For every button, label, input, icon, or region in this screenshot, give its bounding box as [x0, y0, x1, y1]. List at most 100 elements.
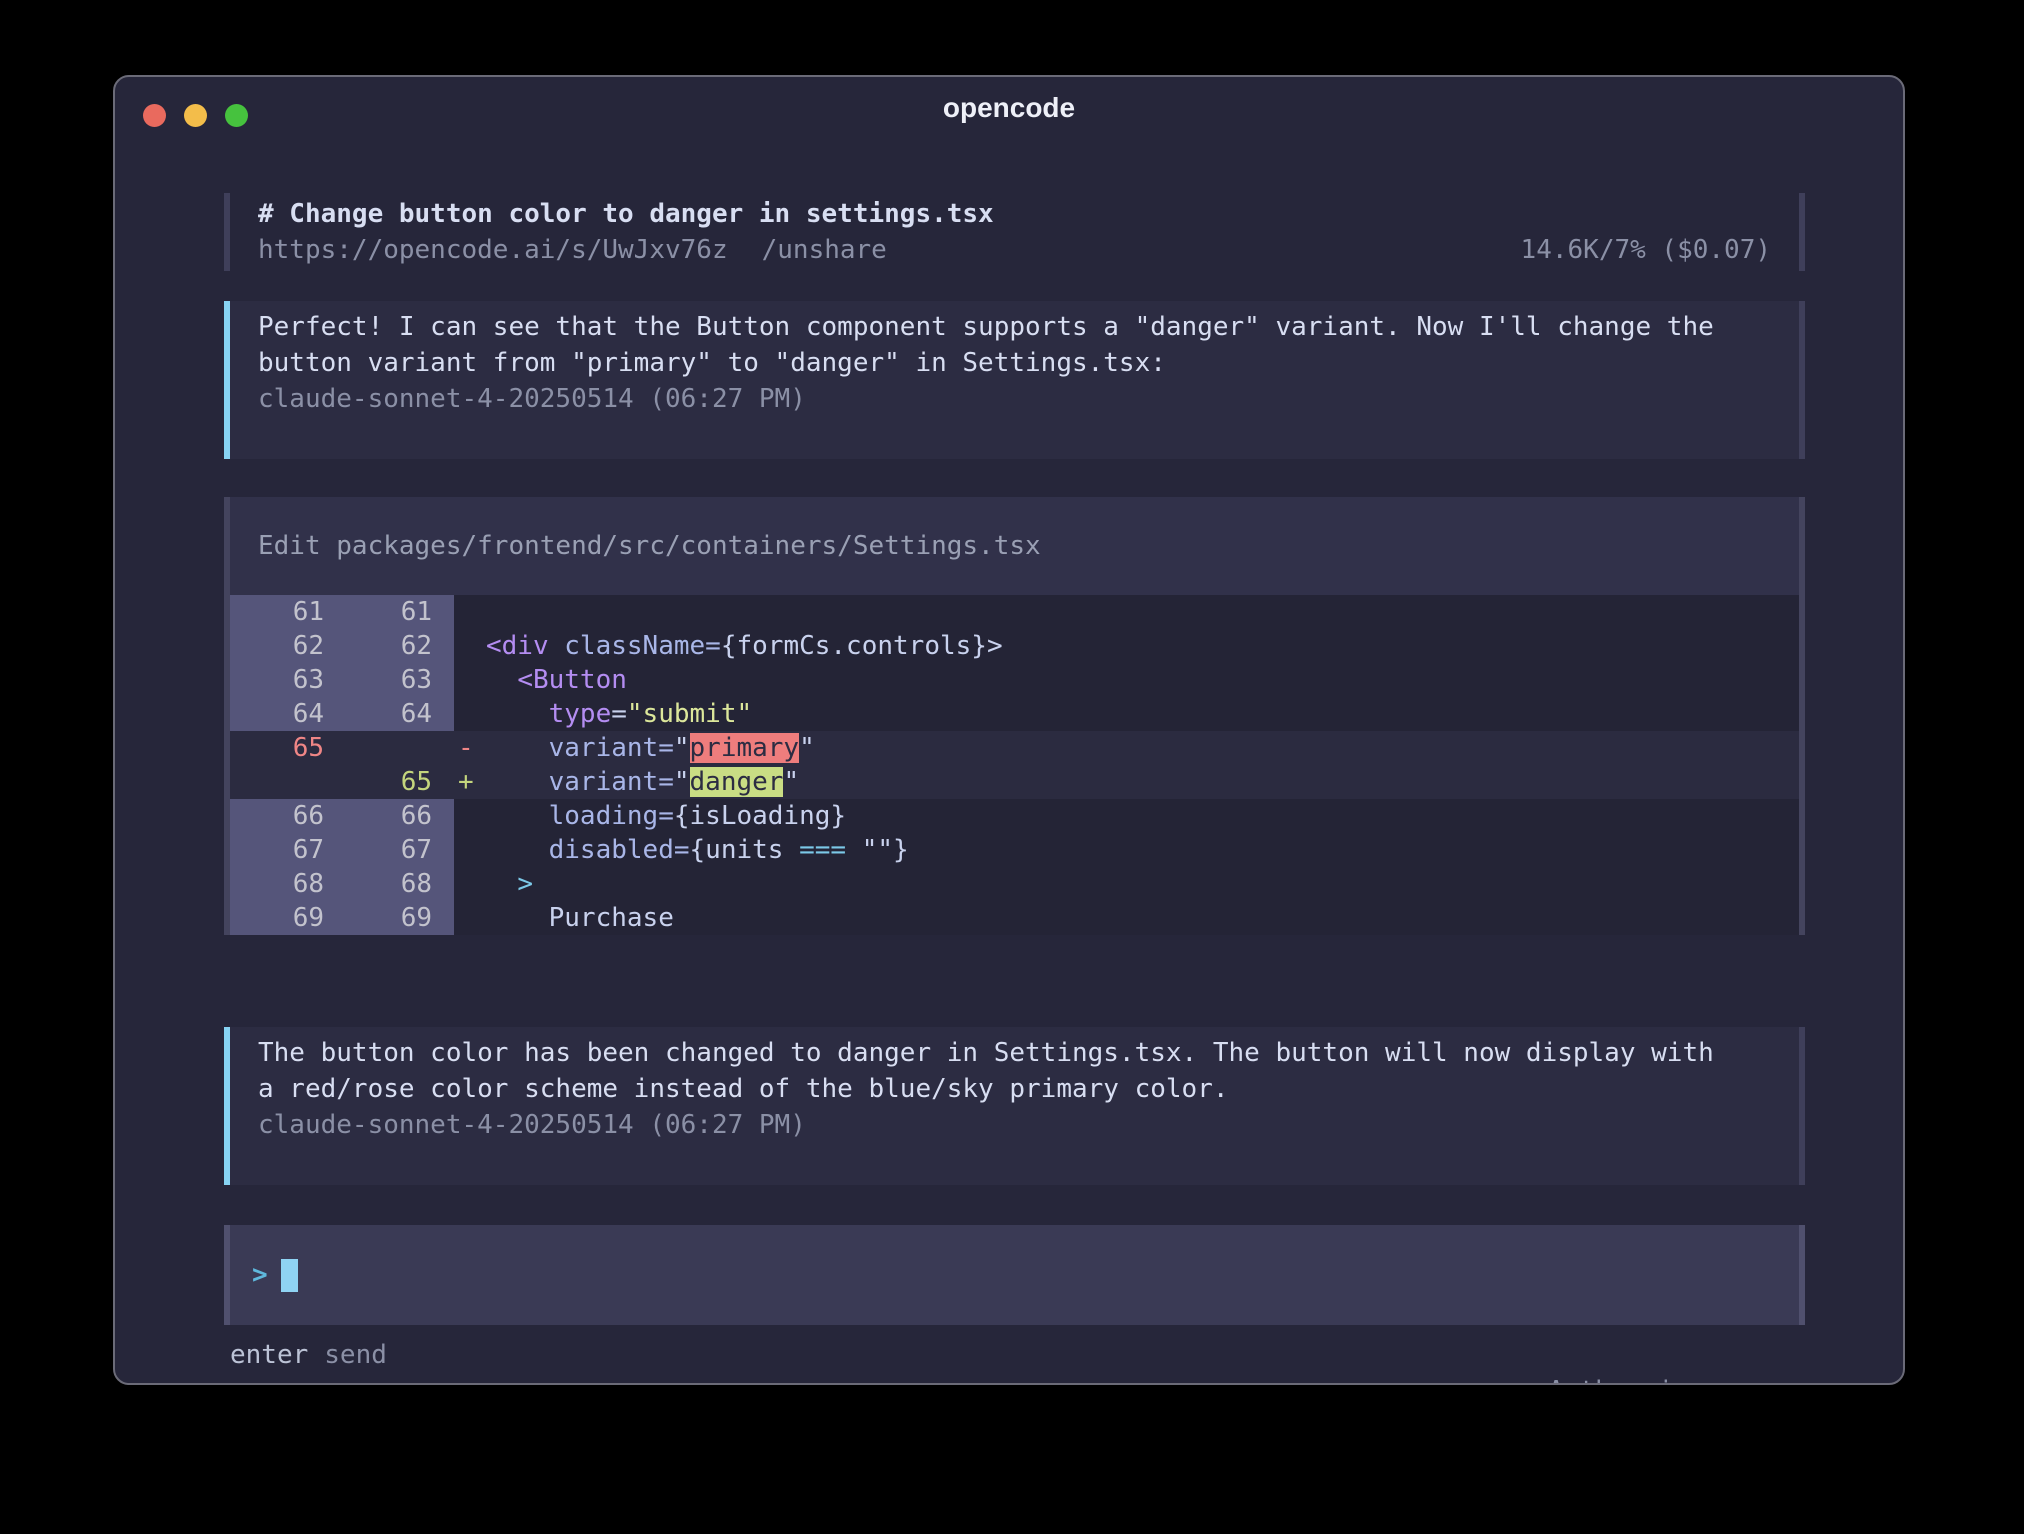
diff-code-line: > — [486, 867, 1799, 901]
code-segment: === — [799, 835, 846, 865]
diff-change-marker — [454, 901, 486, 935]
code-segment — [486, 665, 517, 695]
diff-new-line-number: 67 — [324, 833, 432, 867]
diff-old-line-number: 61 — [230, 595, 324, 629]
model-info: Anthropic Claude Sonnet 4 — [1423, 1337, 1799, 1385]
title-bar: opencode — [115, 77, 1903, 137]
diff-change-marker — [454, 629, 486, 663]
diff-new-line-number — [324, 731, 432, 765]
diff-gutter: 6464 — [230, 697, 454, 731]
code-segment: type — [549, 699, 612, 729]
diff-gutter: 6262 — [230, 629, 454, 663]
code-segment: " — [674, 733, 690, 763]
diff-change-marker — [454, 697, 486, 731]
code-segment: = — [658, 801, 674, 831]
diff-row: 6666 loading={isLoading} — [230, 799, 1799, 833]
diff-gutter: 65 — [230, 731, 454, 765]
prompt-symbol: > — [252, 1260, 268, 1290]
code-segment: ""} — [846, 835, 909, 865]
diff-row: 6161 — [230, 595, 1799, 629]
message-text: button variant from "primary" to "danger… — [258, 345, 1771, 381]
code-segment: danger — [690, 767, 784, 797]
diff-change-marker — [454, 867, 486, 901]
diff-row: 6767 disabled={units === ""} — [230, 833, 1799, 867]
diff-row: 6464 type="submit" — [230, 697, 1799, 731]
diff-code-line: variant="primary" — [486, 731, 1799, 765]
code-segment: primary — [690, 733, 800, 763]
session-header: # Change button color to danger in setti… — [224, 193, 1805, 271]
diff-new-line-number: 66 — [324, 799, 432, 833]
diff-row: 65- variant="primary" — [230, 731, 1799, 765]
zoom-window-button[interactable] — [225, 104, 248, 127]
code-segment: {isLoading} — [674, 801, 846, 831]
diff-change-marker: + — [454, 765, 486, 799]
diff-row: 65+ variant="danger" — [230, 765, 1799, 799]
code-segment: " — [783, 767, 799, 797]
diff-old-line-number: 69 — [230, 901, 324, 935]
model-provider: Anthropic — [1548, 1376, 1689, 1385]
diff-new-line-number: 62 — [324, 629, 432, 663]
diff-code-line: Purchase — [486, 901, 1799, 935]
hint-key: enter — [230, 1337, 308, 1385]
diff-change-marker — [454, 595, 486, 629]
code-segment: variant — [549, 767, 659, 797]
prompt-input[interactable]: > — [224, 1225, 1805, 1325]
code-segment: = — [658, 733, 674, 763]
diff-change-marker — [454, 833, 486, 867]
code-segment: = — [611, 699, 627, 729]
code-segment: = — [705, 631, 721, 661]
diff-new-line-number: 63 — [324, 663, 432, 697]
code-segment: " — [799, 733, 815, 763]
input-hint-row: enter send Anthropic Claude Sonnet 4 — [224, 1337, 1805, 1385]
diff-code-line — [486, 595, 1799, 629]
close-window-button[interactable] — [143, 104, 166, 127]
code-segment: = — [674, 835, 690, 865]
diff-new-line-number: 69 — [324, 901, 432, 935]
diff-old-line-number: 62 — [230, 629, 324, 663]
code-segment: {formCs.controls} — [721, 631, 987, 661]
window-title: opencode — [115, 77, 1903, 139]
diff-old-line-number: 66 — [230, 799, 324, 833]
diff-code-line: type="submit" — [486, 697, 1799, 731]
diff-old-line-number: 65 — [230, 731, 324, 765]
code-segment — [486, 733, 549, 763]
code-segment — [486, 835, 549, 865]
message-model-meta: claude-sonnet-4-20250514 (06:27 PM) — [258, 381, 1771, 417]
code-segment — [486, 903, 549, 933]
diff-new-line-number: 64 — [324, 697, 432, 731]
diff-change-marker — [454, 663, 486, 697]
share-url[interactable]: https://opencode.ai/s/UwJxv76z — [258, 232, 728, 268]
code-segment: {units — [690, 835, 800, 865]
diff-new-line-number: 68 — [324, 867, 432, 901]
code-segment: "submit" — [627, 699, 752, 729]
diff-code-line: <Button — [486, 663, 1799, 697]
diff-old-line-number: 68 — [230, 867, 324, 901]
diff-gutter: 6969 — [230, 901, 454, 935]
message-text: The button color has been changed to dan… — [258, 1035, 1771, 1071]
diff-view: 61616262 <div className={formCs.controls}… — [230, 595, 1799, 935]
code-segment — [486, 869, 517, 899]
diff-row: 6363 <Button — [230, 663, 1799, 697]
diff-code-line: disabled={units === ""} — [486, 833, 1799, 867]
code-segment: <Button — [517, 665, 627, 695]
edit-tool-block: Edit packages/frontend/src/containers/Se… — [224, 497, 1805, 935]
diff-old-line-number: 67 — [230, 833, 324, 867]
hint-action: send — [324, 1337, 387, 1385]
diff-code-line: <div className={formCs.controls}> — [486, 629, 1799, 663]
diff-row: 6262 <div className={formCs.controls}> — [230, 629, 1799, 663]
code-segment: loading — [549, 801, 659, 831]
code-segment: variant — [549, 733, 659, 763]
minimize-window-button[interactable] — [184, 104, 207, 127]
code-segment: <div — [486, 631, 549, 661]
diff-gutter: 6363 — [230, 663, 454, 697]
diff-row: 6868 > — [230, 867, 1799, 901]
diff-gutter: 6767 — [230, 833, 454, 867]
diff-row: 6969 Purchase — [230, 901, 1799, 935]
message-text: Perfect! I can see that the Button compo… — [258, 309, 1771, 345]
code-segment: > — [517, 869, 533, 899]
code-segment: = — [658, 767, 674, 797]
code-segment — [486, 767, 549, 797]
unshare-command[interactable]: /unshare — [762, 232, 887, 268]
diff-code-line: variant="danger" — [486, 765, 1799, 799]
diff-gutter: 6161 — [230, 595, 454, 629]
